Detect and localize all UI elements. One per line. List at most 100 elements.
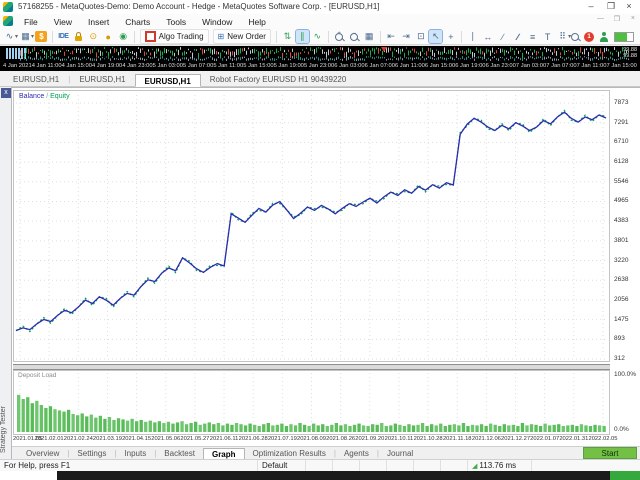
time-tick-label: 4 Jan 11:00 — [31, 63, 62, 69]
status-help: For Help, press F1 — [0, 460, 258, 471]
time-tick-label: 4 Jan 23:00 — [122, 63, 153, 69]
graph-legend: Balance / Equity — [19, 93, 70, 100]
title-bar: 57168255 - MetaQuotes-Demo: Demo Account… — [0, 0, 640, 15]
tick-chart-icon[interactable]: ⇅ — [281, 30, 294, 43]
date-x-axis: 2021.01.05 2021.02.01 2021.02.24 2021.03.19… — [13, 436, 633, 446]
chart-tab-3[interactable]: Robot Factory EURUSD H1 90439220 — [201, 73, 356, 86]
menu-item-file[interactable]: File — [16, 17, 46, 27]
tile-windows-icon[interactable]: ▦ — [363, 30, 376, 43]
balance-y-tick-label: 7873 — [614, 99, 629, 106]
search-icon[interactable] — [571, 32, 580, 41]
metaeditor-ide-icon[interactable]: IDE — [57, 30, 70, 43]
close-button[interactable]: × — [620, 0, 638, 13]
balance-y-tick-label: 5546 — [614, 177, 629, 185]
zoom-out-icon[interactable]: − — [348, 30, 361, 43]
algo-trading-button[interactable]: Algo Trading — [139, 29, 209, 44]
time-tick-label: 5 Jan 15:00 — [243, 63, 274, 69]
taskbar-indicator — [610, 471, 640, 480]
mt5-logo-icon — [3, 16, 13, 26]
balance-equity-graph[interactable]: Balance / Equity — [13, 90, 610, 362]
toolbar-right-cluster: 1 — [571, 31, 640, 42]
trendline-icon[interactable]: ∕ — [496, 30, 509, 43]
zoom-in-icon[interactable]: + — [333, 30, 346, 43]
menu-item-window[interactable]: Window — [194, 17, 240, 27]
balance-y-tick-label: 4383 — [614, 217, 629, 225]
bar-chart-icon[interactable]: ∥ — [294, 29, 310, 44]
broadcast-icon[interactable]: ⊙ — [87, 30, 100, 43]
minimize-button[interactable]: – — [582, 0, 600, 13]
cursor-icon[interactable]: ↖ — [428, 29, 444, 44]
menu-bar: File View Insert Charts Tools Window Help — ❐ … — [0, 14, 640, 30]
vertical-line-icon[interactable]: ∣ — [466, 30, 479, 43]
menu-item-tools[interactable]: Tools — [158, 17, 194, 27]
balance-y-tick-label: 312 — [614, 355, 625, 362]
channel-icon[interactable]: ∕∕ — [511, 30, 524, 43]
toolbar-separator — [51, 30, 53, 43]
line-chart-icon[interactable]: ∿ — [311, 30, 324, 43]
balance-y-tick-label: 6128 — [614, 158, 629, 166]
time-tick-label: 6 Jan 03:00 — [334, 63, 365, 69]
lock-icon[interactable] — [72, 30, 85, 43]
screenshot-camera-icon[interactable]: ⊡ — [414, 30, 427, 43]
status-cell — [333, 460, 360, 471]
new-order-button[interactable]: ⊞ New Order — [212, 29, 271, 44]
legend-equity: Equity — [50, 93, 70, 100]
time-tick-label: 7 Jan 07:00 — [546, 63, 577, 69]
deposit-icon[interactable]: $ — [35, 30, 48, 43]
time-tick-label: 6 Jan 11:00 — [394, 63, 425, 69]
fibonacci-icon[interactable]: ≡ — [526, 30, 539, 43]
restore-button[interactable]: ❐ — [602, 0, 620, 13]
child-restore-icon[interactable]: ❐ — [614, 15, 620, 23]
horizontal-line-icon[interactable]: ↔ — [481, 30, 494, 43]
menu-item-view[interactable]: View — [46, 17, 80, 27]
text-tool-icon[interactable]: T — [541, 30, 554, 43]
chart-tab-2[interactable]: EURUSD,H1 — [134, 74, 201, 87]
toolbar-separator — [275, 30, 277, 43]
start-button[interactable]: Start — [583, 447, 637, 459]
balance-y-tick-label: 3801 — [614, 236, 629, 244]
deposit-load-graph[interactable]: Deposit Load — [13, 370, 610, 435]
new-order-icon: ⊞ — [217, 32, 225, 41]
chart-tab-0[interactable]: EURUSD,H1 — [4, 73, 68, 86]
menu-item-charts[interactable]: Charts — [117, 17, 158, 27]
status-cell — [441, 460, 468, 471]
chart-tab-1[interactable]: EURUSD,H1 — [70, 73, 134, 86]
balance-y-tick-label: 7291 — [614, 118, 629, 126]
shift-chart-icon[interactable]: ⇤ — [385, 30, 398, 43]
shift-end-icon[interactable]: ⇥ — [399, 30, 412, 43]
time-tick-label: 4 Jan 19:00 — [91, 63, 123, 69]
status-cell — [387, 460, 414, 471]
community-globe-icon[interactable]: ◉ — [117, 30, 130, 43]
status-cell — [360, 460, 387, 471]
time-tick-label: 4 Jan 2021 — [3, 63, 32, 69]
legend-balance: Balance — [19, 93, 45, 100]
menu-items: File View Insert Charts Tools Window Help — [16, 14, 274, 29]
toolbar-separator — [379, 30, 381, 43]
tester-close-button[interactable]: x — [1, 88, 11, 98]
menu-item-help[interactable]: Help — [240, 17, 273, 27]
child-close-icon[interactable]: × — [631, 15, 635, 22]
date-x-tick-label: 2022.02.05 — [588, 436, 618, 442]
collapsed-price-chart[interactable]: 99.88 99.88 — [0, 45, 640, 62]
crosshair-icon[interactable]: + — [444, 30, 457, 43]
time-tick-label: 6 Jan 23:00 — [485, 63, 516, 69]
template-caret-icon[interactable]: ▾ — [31, 33, 34, 40]
status-cell — [414, 460, 441, 471]
time-tick-label: 7 Jan 15:00 — [606, 63, 637, 69]
status-cell — [306, 460, 333, 471]
deposit-load-label: Deposit Load — [18, 372, 57, 379]
child-minimize-icon[interactable]: — — [597, 15, 604, 22]
latency-signal-icon: ◢ — [472, 462, 478, 470]
deposit-load-plot — [17, 373, 606, 432]
notification-badge[interactable]: 1 — [584, 31, 595, 42]
chart-profile-caret-icon[interactable]: ▾ — [15, 33, 18, 40]
menu-item-insert[interactable]: Insert — [80, 17, 117, 27]
user-account-icon[interactable] — [599, 31, 609, 42]
balance-y-tick-label: 4965 — [614, 197, 629, 205]
alerts-bell-icon[interactable]: ● — [102, 30, 115, 43]
balance-y-tick-label: 3220 — [614, 256, 629, 264]
tester-graph-area: Balance / Equity 7873 7291 6710 6128 5546 496… — [11, 87, 640, 460]
tester-panel-label: Strategy Tester — [0, 406, 7, 453]
status-profile[interactable]: Default — [258, 460, 306, 471]
toolbar: ∿ ▾ ▦ ▾ $ IDE ⊙ ● ◉ Algo Trading ⊞ New Ord… — [0, 29, 640, 45]
